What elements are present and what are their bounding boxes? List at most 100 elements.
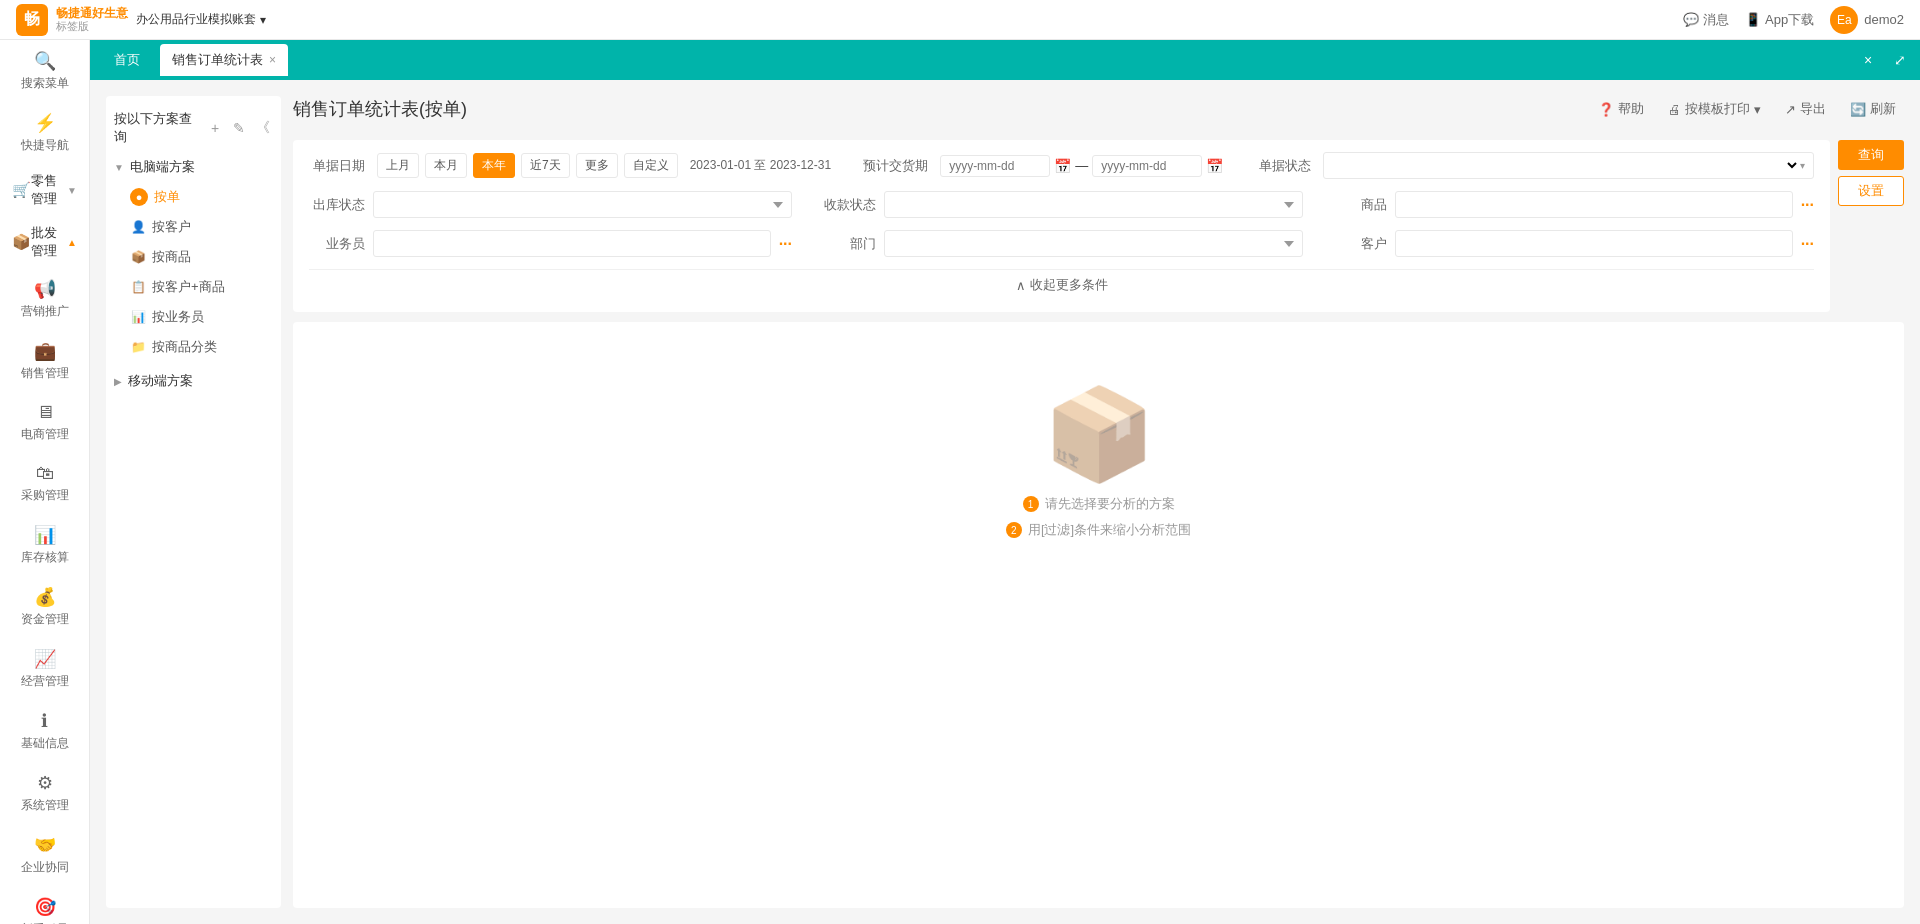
payment-label: 收款状态	[820, 196, 876, 214]
sidebar-item-procurement[interactable]: 🛍 采购管理	[0, 453, 89, 514]
sidebar-label-ecommerce: 电商管理	[21, 426, 69, 443]
tab-bar: 首页 销售订单统计表 × × ⤢	[90, 40, 1920, 80]
filter-card: 单据日期 上月 本月 本年 近7天 更多 自定义 2023-01-01 至 20…	[293, 140, 1830, 312]
scheme-item-by-salesperson[interactable]: 📊 按业务员	[106, 302, 281, 332]
wholesale-label: 批发管理	[31, 224, 67, 260]
refresh-btn[interactable]: 🔄 刷新	[1842, 96, 1904, 122]
user-info[interactable]: Ea demo2	[1830, 6, 1904, 34]
help-btn[interactable]: ❓ 帮助	[1590, 96, 1652, 122]
finance-icon: 💰	[34, 586, 56, 608]
export-label: 导出	[1800, 100, 1826, 118]
print-dropdown-icon: ▾	[1754, 102, 1761, 117]
salesperson-input[interactable]	[373, 230, 771, 257]
sidebar-label-quick-nav: 快捷导航	[21, 137, 69, 154]
customer-label: 客户	[1331, 235, 1387, 253]
scheme-item-by-customer[interactable]: 👤 按客户	[106, 212, 281, 242]
goods-ellipsis[interactable]: ···	[1801, 196, 1814, 214]
window-expand-btn[interactable]: ⤢	[1888, 48, 1912, 72]
shipment-filter-col: 出库状态	[309, 191, 792, 218]
scheme-item-by-goods[interactable]: 📦 按商品	[106, 242, 281, 272]
payment-select[interactable]	[884, 191, 1303, 218]
query-button[interactable]: 查询	[1838, 140, 1904, 170]
tab-active[interactable]: 销售订单统计表 ×	[160, 44, 288, 76]
left-panel-title: 按以下方案查询	[114, 110, 201, 146]
collapse-filters-btn[interactable]: ∧ 收起更多条件	[309, 269, 1814, 300]
refresh-icon: 🔄	[1850, 102, 1866, 117]
sidebar-item-inventory[interactable]: 📊 库存核算	[0, 514, 89, 576]
sidebar-item-retail[interactable]: 🛒 零售管理 ▼	[0, 164, 89, 216]
customer-filter-col: 客户 ···	[1331, 230, 1814, 257]
sidebar-item-search[interactable]: 🔍 搜索菜单	[0, 40, 89, 102]
goods-label: 商品	[1331, 196, 1387, 214]
date-btn-7days[interactable]: 近7天	[521, 153, 570, 178]
department-select[interactable]	[884, 230, 1303, 257]
scheme-item-by-category[interactable]: 📁 按商品分类	[106, 332, 281, 362]
desktop-scheme-section[interactable]: ▼ 电脑端方案	[106, 152, 281, 182]
sidebar-label-basic-info: 基础信息	[21, 735, 69, 752]
export-icon: ↗	[1785, 102, 1796, 117]
sidebar-item-ecommerce[interactable]: 🖥 电商管理	[0, 392, 89, 453]
date-btn-custom[interactable]: 自定义	[624, 153, 678, 178]
tab-home[interactable]: 首页	[98, 44, 156, 76]
tab-close-icon[interactable]: ×	[269, 53, 276, 67]
expected-delivery-end[interactable]	[1092, 155, 1202, 177]
avatar: Ea	[1830, 6, 1858, 34]
edit-scheme-btn[interactable]: ✎	[229, 118, 249, 138]
empty-tip-1: 1 请先选择要分析的方案	[1023, 495, 1175, 513]
collapse-panel-btn[interactable]: 《	[253, 118, 273, 138]
expected-delivery-start[interactable]	[940, 155, 1050, 177]
date-btn-this-month[interactable]: 本月	[425, 153, 467, 178]
customer-input[interactable]	[1395, 230, 1793, 257]
scheme-label-by-customer-goods: 按客户+商品	[152, 278, 225, 296]
sidebar-item-enterprise[interactable]: 🤝 企业协同	[0, 824, 89, 886]
add-scheme-btn[interactable]: +	[205, 118, 225, 138]
salesperson-filter-col: 业务员 ···	[309, 230, 792, 257]
date-cal-icon-end[interactable]: 📅	[1206, 158, 1223, 174]
date-btn-more[interactable]: 更多	[576, 153, 618, 178]
print-btn[interactable]: 🖨 按模板打印 ▾	[1660, 96, 1769, 122]
workspace-dropdown-icon: ▾	[260, 13, 266, 27]
scheme-item-by-customer-goods[interactable]: 📋 按客户+商品	[106, 272, 281, 302]
status-select[interactable]	[1332, 157, 1800, 174]
scheme-item-by-order[interactable]: ● 按单	[106, 182, 281, 212]
sidebar-item-wholesale[interactable]: 📦 批发管理 ▲	[0, 216, 89, 268]
shipment-select[interactable]	[373, 191, 792, 218]
settings-button[interactable]: 设置	[1838, 176, 1904, 206]
sidebar-item-finance[interactable]: 💰 资金管理	[0, 576, 89, 638]
export-btn[interactable]: ↗ 导出	[1777, 96, 1834, 122]
tab-home-label: 首页	[114, 51, 140, 69]
filter-row-1: 单据日期 上月 本月 本年 近7天 更多 自定义 2023-01-01 至 20…	[309, 152, 1814, 179]
date-cal-icon-start[interactable]: 📅	[1054, 158, 1071, 174]
goods-input[interactable]	[1395, 191, 1793, 218]
sidebar-item-sales[interactable]: 💼 销售管理	[0, 330, 89, 392]
sidebar-item-marketing[interactable]: 📢 营销推广	[0, 268, 89, 330]
date-btn-this-year[interactable]: 本年	[473, 153, 515, 178]
left-panel-tools: + ✎ 《	[205, 118, 273, 138]
sidebar-item-basic-info[interactable]: ℹ 基础信息	[0, 700, 89, 762]
workspace-selector[interactable]: 办公用品行业模拟账套 ▾	[136, 11, 266, 28]
page-content: 按以下方案查询 + ✎ 《 ▼ 电脑端方案 ● 按单 👤	[90, 80, 1920, 924]
expected-delivery-label: 预计交货期	[863, 157, 928, 175]
window-close-btn[interactable]: ×	[1856, 48, 1880, 72]
app-download-label: App下载	[1765, 11, 1814, 29]
salesperson-scheme-icon: 📊	[130, 309, 146, 325]
salesperson-ellipsis[interactable]: ···	[779, 235, 792, 253]
logo-icon: 畅	[16, 4, 48, 36]
sidebar-label-inventory: 库存核算	[21, 549, 69, 566]
mobile-scheme-section[interactable]: ▶ 移动端方案	[106, 366, 281, 396]
date-range-text: 2023-01-01 至 2023-12-31	[690, 157, 831, 174]
sidebar-label-enterprise: 企业协同	[21, 859, 69, 876]
date-range-display: 2023-01-01 至 2023-12-31	[690, 157, 831, 174]
date-btn-last-month[interactable]: 上月	[377, 153, 419, 178]
sidebar-item-quick-nav[interactable]: ⚡ 快捷导航	[0, 102, 89, 164]
sidebar-item-guide[interactable]: 🎯 新手引导	[0, 886, 89, 924]
scheme-label-by-goods: 按商品	[152, 248, 191, 266]
message-btn[interactable]: 💬 消息	[1683, 11, 1729, 29]
app-download-btn[interactable]: 📱 App下载	[1745, 11, 1814, 29]
customer-ellipsis[interactable]: ···	[1801, 235, 1814, 253]
payment-filter-col: 收款状态	[820, 191, 1303, 218]
sidebar-item-system[interactable]: ⚙ 系统管理	[0, 762, 89, 824]
sidebar-item-operations[interactable]: 📈 经营管理	[0, 638, 89, 700]
content-area: 首页 销售订单统计表 × × ⤢ 按以下方案查询 + ✎ 《	[90, 40, 1920, 924]
empty-tip-2: 2 用[过滤]条件来缩小分析范围	[1006, 521, 1191, 539]
